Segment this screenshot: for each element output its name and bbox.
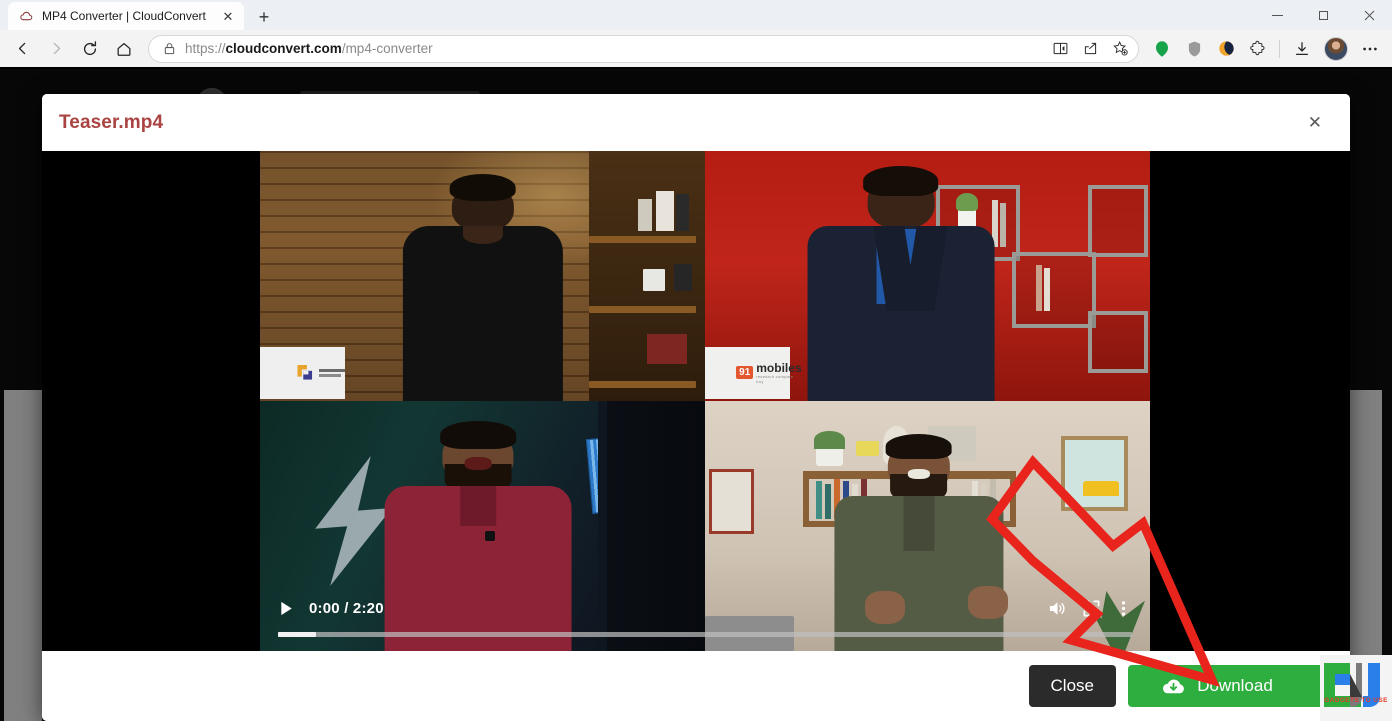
watermark-text: GADGETS TO USE: [1324, 697, 1388, 704]
tab-title: MP4 Converter | CloudConvert: [42, 9, 206, 23]
add-favorite-icon[interactable]: [1106, 36, 1134, 62]
share-icon[interactable]: [1076, 36, 1104, 62]
new-tab-button[interactable]: +: [250, 4, 278, 30]
browser-window: MP4 Converter | CloudConvert ✕ + https:/…: [0, 0, 1392, 721]
omnibox-actions: [1046, 36, 1134, 62]
extension-puzzle-icon[interactable]: [1243, 34, 1273, 64]
maximize-button[interactable]: [1300, 0, 1346, 30]
cloud-download-icon: [1161, 676, 1186, 696]
close-button[interactable]: Close: [1028, 665, 1116, 707]
url-scheme: https://: [185, 41, 226, 56]
extension-green-icon[interactable]: [1147, 34, 1177, 64]
cloudconvert-favicon: [18, 8, 34, 24]
window-controls: [1254, 0, 1392, 30]
download-button[interactable]: Download: [1128, 665, 1324, 707]
url-text[interactable]: https://cloudconvert.com/mp4-converter: [185, 41, 1038, 56]
browser-toolbar: https://cloudconvert.com/mp4-converter: [0, 30, 1392, 68]
video-quadrant-top-right: 91 mobiles research compare buy: [705, 151, 1150, 401]
extension-moon-icon[interactable]: [1211, 34, 1241, 64]
address-bar[interactable]: https://cloudconvert.com/mp4-converter: [148, 34, 1139, 63]
read-aloud-icon[interactable]: [1046, 36, 1074, 62]
close-icon[interactable]: ✕: [1302, 110, 1328, 135]
modal-body: 91 mobiles research compare buy 0:00 / 2…: [42, 151, 1350, 651]
url-domain: cloudconvert.com: [225, 41, 342, 56]
forward-button[interactable]: [40, 34, 72, 64]
site-information-lock-icon[interactable]: [161, 41, 177, 57]
toolbar-divider: [1279, 39, 1280, 58]
reload-button[interactable]: [74, 34, 106, 64]
modal-header: Teaser.mp4 ✕: [42, 94, 1350, 151]
video-quadrant-top-left: [260, 151, 705, 401]
page-viewport: Teaser.mp4 ✕ 91 mobiles research compare…: [0, 69, 1392, 721]
download-button-label: Download: [1197, 676, 1273, 695]
video-quadrant-bottom-right: [705, 401, 1150, 651]
brand-logo-icon: [297, 364, 312, 380]
url-path: /mp4-converter: [341, 41, 433, 56]
back-button[interactable]: [6, 34, 38, 64]
minimize-button[interactable]: [1254, 0, 1300, 30]
tab-close-icon[interactable]: ✕: [220, 8, 236, 24]
modal-footer: Close Download: [42, 651, 1350, 721]
page-content-left-strip: [4, 390, 42, 721]
modal-title: Teaser.mp4: [59, 111, 164, 133]
extension-shield-icon[interactable]: [1179, 34, 1209, 64]
profile-avatar[interactable]: [1324, 36, 1348, 61]
tab-strip: MP4 Converter | CloudConvert ✕ +: [0, 0, 1392, 30]
video-player[interactable]: 91 mobiles research compare buy 0:00 / 2…: [42, 151, 1350, 651]
video-preview-modal: Teaser.mp4 ✕ 91 mobiles research compare…: [42, 94, 1350, 721]
browser-tab[interactable]: MP4 Converter | CloudConvert ✕: [8, 2, 244, 30]
video-frame-grid: 91 mobiles research compare buy: [260, 151, 1150, 651]
downloads-arrow-icon[interactable]: [1286, 34, 1318, 64]
gadgets-to-use-watermark: GADGETS TO USE: [1320, 655, 1392, 721]
video-quadrant-bottom-left: [260, 401, 705, 651]
browser-settings-more-icon[interactable]: [1354, 34, 1386, 64]
close-window-button[interactable]: [1346, 0, 1392, 30]
home-button[interactable]: [108, 34, 140, 64]
